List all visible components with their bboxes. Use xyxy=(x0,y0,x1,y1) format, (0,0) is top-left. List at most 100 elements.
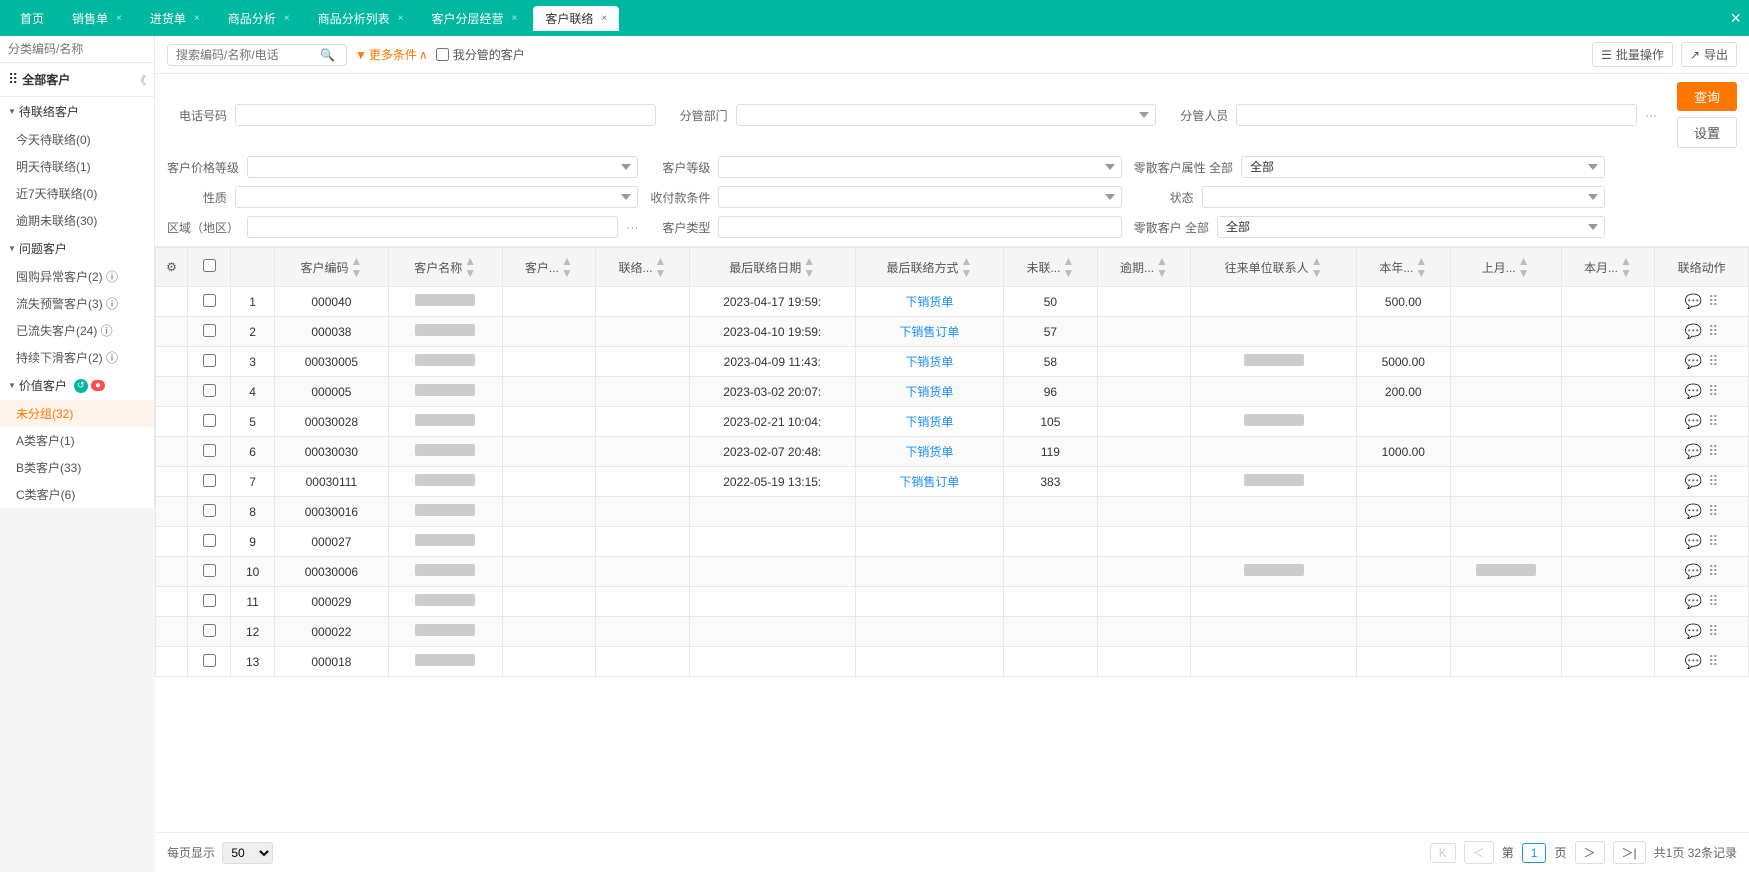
contact-icon[interactable]: 💬 xyxy=(1685,593,1702,610)
close-all-button[interactable]: × xyxy=(1730,8,1741,29)
sidebar-item-today[interactable]: 今天待联络(0) xyxy=(0,126,154,153)
more-action-icon[interactable]: ⠿ xyxy=(1708,293,1718,310)
next-page-button[interactable]: ＞ xyxy=(1575,841,1605,864)
region-dots-icon[interactable]: ··· xyxy=(626,220,638,234)
filter-search-icon[interactable]: 🔍 xyxy=(320,48,335,62)
nature-select[interactable] xyxy=(235,186,638,208)
more-action-icon[interactable]: ⠿ xyxy=(1708,323,1718,340)
query-button[interactable]: 查询 xyxy=(1677,82,1737,111)
more-action-icon[interactable]: ⠿ xyxy=(1708,353,1718,370)
tab-sales-close[interactable]: × xyxy=(116,13,122,24)
th-type[interactable]: 客户...▲▼ xyxy=(502,248,596,287)
more-action-icon[interactable]: ⠿ xyxy=(1708,443,1718,460)
batch-op-button[interactable]: ☰ 批量操作 xyxy=(1592,42,1673,67)
row-checkbox[interactable] xyxy=(203,654,216,667)
customer-level-select[interactable] xyxy=(718,156,1121,178)
tab-customer-segment-close[interactable]: × xyxy=(511,13,517,24)
retail-attr-select[interactable]: 全部 xyxy=(1241,156,1605,178)
row-checkbox[interactable] xyxy=(203,564,216,577)
more-action-icon[interactable]: ⠿ xyxy=(1708,503,1718,520)
sidebar-item-churn-warning[interactable]: 流失预警客户(3) ⓘ xyxy=(0,290,154,317)
more-action-icon[interactable]: ⠿ xyxy=(1708,533,1718,550)
dept-select[interactable] xyxy=(736,104,1157,126)
th-overdue[interactable]: 逾期...▲▼ xyxy=(1097,248,1191,287)
contact-icon[interactable]: 💬 xyxy=(1685,473,1702,490)
region-input[interactable] xyxy=(247,216,618,238)
row-checkbox[interactable] xyxy=(203,624,216,637)
filter-more-conditions[interactable]: ▼ 更多条件 ∧ xyxy=(355,46,428,63)
contact-method-link[interactable]: 下销货单 xyxy=(905,385,953,399)
contact-icon[interactable]: 💬 xyxy=(1685,413,1702,430)
more-action-icon[interactable]: ⠿ xyxy=(1708,563,1718,580)
sidebar-item-7days[interactable]: 近7天待联络(0) xyxy=(0,180,154,207)
collapse-icon[interactable]: 《 xyxy=(135,72,146,88)
payment-select[interactable] xyxy=(718,186,1121,208)
sidebar-item-class-b[interactable]: B类客户(33) xyxy=(0,454,154,481)
my-customers-checkbox[interactable] xyxy=(436,48,449,61)
tab-product-analysis-list[interactable]: 商品分析列表 × xyxy=(306,6,416,31)
sidebar-section-pending[interactable]: ▼ 待联络客户 xyxy=(0,97,154,126)
contact-method-link[interactable]: 下销售订单 xyxy=(899,475,959,489)
th-last-contact-method[interactable]: 最后联络方式▲▼ xyxy=(855,248,1003,287)
contact-icon[interactable]: 💬 xyxy=(1685,383,1702,400)
contact-method-link[interactable]: 下销货单 xyxy=(905,445,953,459)
sidebar-item-abnormal[interactable]: 囤购异常客户(2) ⓘ xyxy=(0,263,154,290)
sidebar-item-class-c[interactable]: C类客户(6) xyxy=(0,481,154,508)
contact-icon[interactable]: 💬 xyxy=(1685,353,1702,370)
more-action-icon[interactable]: ⠿ xyxy=(1708,623,1718,640)
contact-icon[interactable]: 💬 xyxy=(1685,443,1702,460)
per-page-select[interactable]: 50 100 200 xyxy=(222,842,273,864)
refresh-icon[interactable]: ↺ xyxy=(74,379,88,393)
contact-method-link[interactable]: 下销货单 xyxy=(905,415,953,429)
status-select[interactable] xyxy=(1202,186,1605,208)
retail-customer-select[interactable]: 全部 xyxy=(1217,216,1605,238)
sidebar-item-declining[interactable]: 持续下滑客户(2) ⓘ xyxy=(0,344,154,371)
row-checkbox[interactable] xyxy=(203,384,216,397)
first-page-button[interactable]: K xyxy=(1430,843,1456,863)
customer-type-input[interactable] xyxy=(718,216,1121,238)
select-all-checkbox[interactable] xyxy=(203,259,216,272)
tab-customer-segment[interactable]: 客户分层经营 × xyxy=(419,6,529,31)
th-contact-person[interactable]: 往来单位联系人▲▼ xyxy=(1191,248,1357,287)
price-level-select[interactable] xyxy=(247,156,638,178)
sidebar-item-tomorrow[interactable]: 明天待联络(1) xyxy=(0,153,154,180)
th-not-contact[interactable]: 未联...▲▼ xyxy=(1004,248,1098,287)
sidebar-item-lost[interactable]: 已流失客户(24) ⓘ xyxy=(0,317,154,344)
more-action-icon[interactable]: ⠿ xyxy=(1708,383,1718,400)
th-settings[interactable]: ⚙ xyxy=(156,248,188,287)
tab-product-analysis-list-close[interactable]: × xyxy=(398,13,404,24)
prev-page-button[interactable]: ＜ xyxy=(1464,841,1494,864)
row-checkbox[interactable] xyxy=(203,594,216,607)
contact-icon[interactable]: 💬 xyxy=(1685,533,1702,550)
more-action-icon[interactable]: ⠿ xyxy=(1708,413,1718,430)
more-action-icon[interactable]: ⠿ xyxy=(1708,473,1718,490)
sidebar-item-overdue[interactable]: 逾期未联络(30) xyxy=(0,207,154,234)
th-last-month[interactable]: 上月...▲▼ xyxy=(1450,248,1561,287)
tab-customer-contact[interactable]: 客户联络 × xyxy=(533,6,619,31)
row-checkbox[interactable] xyxy=(203,354,216,367)
manager-dots-icon[interactable]: ··· xyxy=(1645,108,1657,122)
tab-home[interactable]: 首页 xyxy=(8,6,56,31)
th-code[interactable]: 客户编码 ▲▼ xyxy=(275,248,389,287)
tab-product-analysis[interactable]: 商品分析 × xyxy=(216,6,302,31)
contact-icon[interactable]: 💬 xyxy=(1685,503,1702,520)
sidebar-section-problem[interactable]: ▼ 问题客户 xyxy=(0,234,154,263)
th-name[interactable]: 客户名称 ▲▼ xyxy=(388,248,502,287)
contact-icon[interactable]: 💬 xyxy=(1685,563,1702,580)
contact-icon[interactable]: 💬 xyxy=(1685,323,1702,340)
sidebar-search-input[interactable] xyxy=(8,42,155,56)
sidebar-item-class-a[interactable]: A类客户(1) xyxy=(0,427,154,454)
tab-product-analysis-close[interactable]: × xyxy=(284,13,290,24)
sidebar-item-ungroup[interactable]: 未分组(32) xyxy=(0,400,154,427)
row-checkbox[interactable] xyxy=(203,324,216,337)
contact-icon[interactable]: 💬 xyxy=(1685,623,1702,640)
th-last-contact-date[interactable]: 最后联络日期▲▼ xyxy=(689,248,855,287)
phone-input[interactable] xyxy=(235,104,656,126)
row-checkbox[interactable] xyxy=(203,474,216,487)
contact-icon[interactable]: 💬 xyxy=(1685,293,1702,310)
reset-button[interactable]: 设置 xyxy=(1677,117,1737,148)
manager-input[interactable] xyxy=(1236,104,1637,126)
all-customers-header[interactable]: ⠿ 全部客户 《 xyxy=(0,63,154,97)
row-checkbox[interactable] xyxy=(203,504,216,517)
contact-method-link[interactable]: 下销货单 xyxy=(905,355,953,369)
